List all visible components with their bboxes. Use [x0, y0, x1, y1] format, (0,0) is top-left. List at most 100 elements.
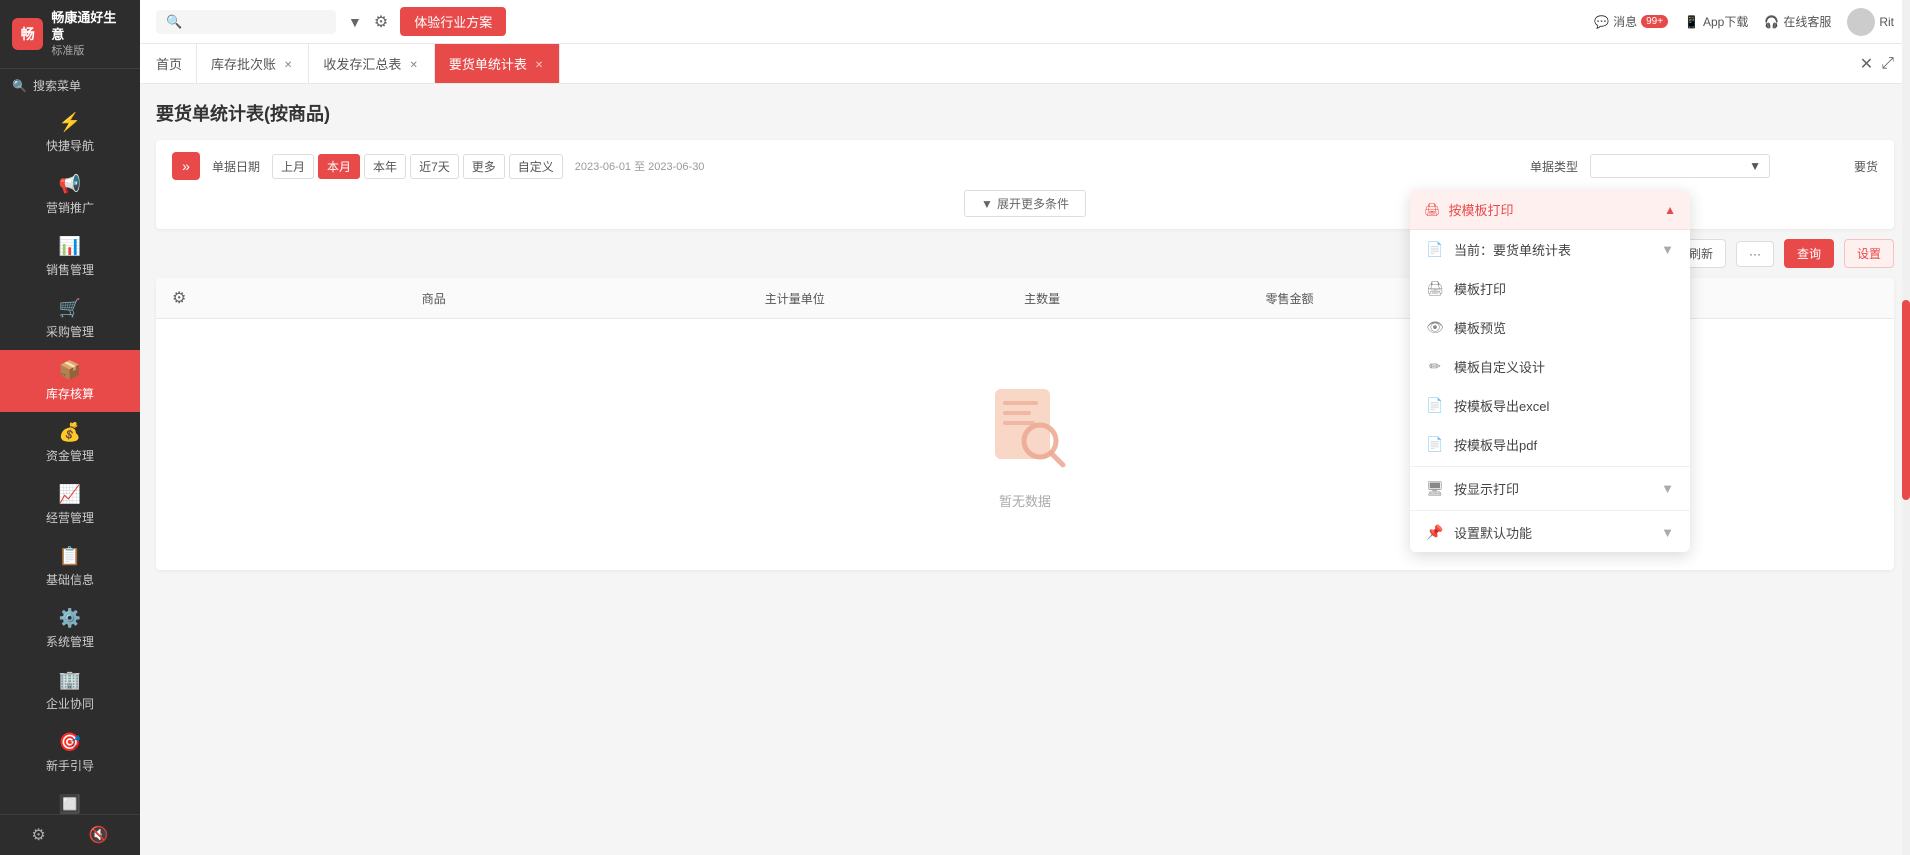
filter-expand-btn[interactable]: » — [172, 152, 200, 180]
app-center-icon: 🔲 — [59, 794, 81, 814]
dropdown-template-preview[interactable]: 👁 模板预览 — [1410, 308, 1690, 347]
search-input-icon: 🔍 — [166, 14, 182, 30]
dropdown-divider-2 — [1410, 510, 1690, 511]
settings-toolbar-btn[interactable]: 设置 — [1844, 239, 1894, 268]
tab-receipt-summary-close[interactable]: ✕ — [407, 57, 419, 71]
sidebar-item-sales[interactable]: 📊 销售管理 — [0, 226, 140, 288]
tab-batch-account[interactable]: 库存批次账 ✕ — [197, 44, 309, 83]
sidebar-item-guide[interactable]: 🎯 新手引导 — [0, 722, 140, 784]
dropdown-header[interactable]: 🖨 按模板打印 ▲ — [1410, 190, 1690, 230]
settings-bottom-icon[interactable]: ⚙ — [31, 825, 45, 845]
sales-icon: 📊 — [59, 236, 81, 257]
app-logo-icon: 畅 — [12, 18, 43, 50]
sidebar-item-operations[interactable]: 📈 经营管理 — [0, 474, 140, 536]
tab-batch-account-close[interactable]: ✕ — [282, 57, 294, 71]
col-quantity: 主数量 — [928, 290, 1155, 307]
top-header: 🔍 ▼ ⚙ 体验行业方案 💬 消息 99+ 📱 App下载 🎧 在线客服 Rit — [140, 0, 1910, 44]
current-chevron: ▼ — [1661, 242, 1674, 257]
sidebar-item-purchase[interactable]: 🛒 采购管理 — [0, 288, 140, 350]
more-btn[interactable]: 更多 — [463, 154, 505, 179]
template-custom-icon: ✏ — [1426, 358, 1444, 375]
print-dropdown: 🖨 按模板打印 ▲ 📄 当前：要货单统计表 ▼ 🖨 模板打印 👁 模板预览 — [1410, 190, 1690, 552]
sidebar-item-basic-info[interactable]: 📋 基础信息 — [0, 536, 140, 598]
user-avatar-btn[interactable]: Rit — [1847, 8, 1894, 36]
col-settings-icon[interactable]: ⚙ — [172, 288, 186, 308]
expand-more-icon: ▼ — [981, 197, 993, 211]
enterprise-icon: 🏢 — [59, 670, 81, 691]
dropdown-divider-1 — [1410, 466, 1690, 467]
app-download-btn[interactable]: 📱 App下载 — [1684, 13, 1748, 30]
default-func-chevron: ▼ — [1661, 525, 1674, 540]
sound-icon[interactable]: 🔇 — [89, 825, 109, 845]
current-month-btn[interactable]: 本月 — [318, 154, 360, 179]
sidebar-item-inventory[interactable]: 📦 库存核算 — [0, 350, 140, 412]
sidebar-logo: 畅 畅康通好生意 标准版 — [0, 0, 140, 69]
prev-month-btn[interactable]: 上月 — [272, 154, 314, 179]
custom-btn[interactable]: 自定义 — [509, 154, 563, 179]
finance-icon: 💰 — [59, 422, 81, 443]
dropdown-template-pdf[interactable]: 📄 按模板导出pdf — [1410, 425, 1690, 464]
sidebar-item-finance[interactable]: 💰 资金管理 — [0, 412, 140, 474]
type-select-box[interactable]: ▼ — [1590, 154, 1770, 178]
current-year-btn[interactable]: 本年 — [364, 154, 406, 179]
last-7-days-btn[interactable]: 近7天 — [410, 154, 459, 179]
display-print-chevron: ▼ — [1661, 481, 1674, 496]
message-btn[interactable]: 💬 消息 99+ — [1594, 13, 1668, 30]
system-icon: ⚙️ — [59, 608, 81, 629]
empty-icon — [975, 379, 1075, 479]
template-excel-icon: 📄 — [1426, 397, 1444, 414]
search-icon: 🔍 — [12, 79, 27, 93]
col-unit: 主计量单位 — [681, 290, 908, 307]
header-search-box[interactable]: 🔍 — [156, 10, 336, 34]
right-scrollbar[interactable] — [1902, 0, 1910, 855]
tab-receipt-summary[interactable]: 收发存汇总表 ✕ — [309, 44, 434, 83]
dropdown-template-custom[interactable]: ✏ 模板自定义设计 — [1410, 347, 1690, 386]
tab-bar: 首页 库存批次账 ✕ 收发存汇总表 ✕ 要货单统计表 ✕ ✕ ⤢ — [140, 44, 1910, 84]
tab-maximize-btn[interactable]: ⤢ — [1881, 55, 1894, 73]
dropdown-header-icon: 🖨 — [1424, 202, 1441, 218]
sidebar-item-app-center[interactable]: 🔲 应用中心 — [0, 784, 140, 814]
page-title: 要货单统计表(按商品) — [156, 100, 1894, 126]
marketing-icon: 📢 — [59, 174, 81, 195]
purchase-icon: 🛒 — [59, 298, 81, 319]
guide-icon: 🎯 — [59, 732, 81, 753]
basic-info-icon: 📋 — [59, 546, 81, 567]
sidebar-search[interactable]: 🔍 搜索菜单 — [0, 69, 140, 102]
dropdown-default-func[interactable]: 📌 设置默认功能 ▼ — [1410, 513, 1690, 552]
date-buttons: 上月 本月 本年 近7天 更多 自定义 — [272, 154, 563, 179]
headset-icon: 🎧 — [1764, 15, 1779, 29]
dropdown-template-excel[interactable]: 📄 按模板导出excel — [1410, 386, 1690, 425]
operations-icon: 📈 — [59, 484, 81, 505]
main-content: 🔍 ▼ ⚙ 体验行业方案 💬 消息 99+ 📱 App下载 🎧 在线客服 Rit — [140, 0, 1910, 855]
tab-right-actions: ✕ ⤢ — [1860, 54, 1894, 74]
inventory-icon: 📦 — [59, 360, 81, 381]
online-service-btn[interactable]: 🎧 在线客服 — [1764, 13, 1831, 30]
yaohuo-label: 要货 — [1854, 158, 1878, 175]
dropdown-header-chevron: ▲ — [1664, 203, 1676, 217]
header-gear-icon[interactable]: ⚙ — [374, 12, 388, 32]
col-amount: 零售金额 — [1176, 290, 1403, 307]
sidebar-item-enterprise[interactable]: 🏢 企业协同 — [0, 660, 140, 722]
expand-more-btn[interactable]: ▼ 展开更多条件 — [964, 190, 1086, 217]
trial-btn[interactable]: 体验行业方案 — [400, 7, 506, 36]
sidebar-item-marketing[interactable]: 📢 营销推广 — [0, 164, 140, 226]
sidebar-item-quick-nav[interactable]: ⚡ 快捷导航 — [0, 102, 140, 164]
template-preview-icon: 👁 — [1426, 319, 1444, 336]
page-content: 要货单统计表(按商品) » 单据日期 上月 本月 本年 近7天 更多 自定义 2… — [140, 84, 1910, 855]
tab-order-stats-close[interactable]: ✕ — [533, 57, 545, 71]
scrollbar-thumb[interactable] — [1902, 300, 1910, 500]
search-input[interactable] — [188, 15, 326, 29]
tab-home[interactable]: 首页 — [156, 44, 197, 83]
quick-nav-icon: ⚡ — [59, 112, 81, 133]
date-range-text: 2023-06-01 至 2023-06-30 — [575, 158, 705, 174]
tab-close-window-btn[interactable]: ✕ — [1860, 54, 1873, 74]
query-btn[interactable]: 查询 — [1784, 239, 1834, 268]
dropdown-display-print[interactable]: 🖥 按显示打印 ▼ — [1410, 469, 1690, 508]
tab-order-stats[interactable]: 要货单统计表 ✕ — [435, 44, 560, 83]
template-print-icon: 🖨 — [1426, 280, 1444, 297]
more-toolbar-btn[interactable]: ··· — [1736, 241, 1774, 267]
dropdown-current-item[interactable]: 📄 当前：要货单统计表 ▼ — [1410, 230, 1690, 269]
sidebar-item-system[interactable]: ⚙️ 系统管理 — [0, 598, 140, 660]
search-dropdown-btn[interactable]: ▼ — [348, 14, 362, 30]
dropdown-template-print[interactable]: 🖨 模板打印 — [1410, 269, 1690, 308]
